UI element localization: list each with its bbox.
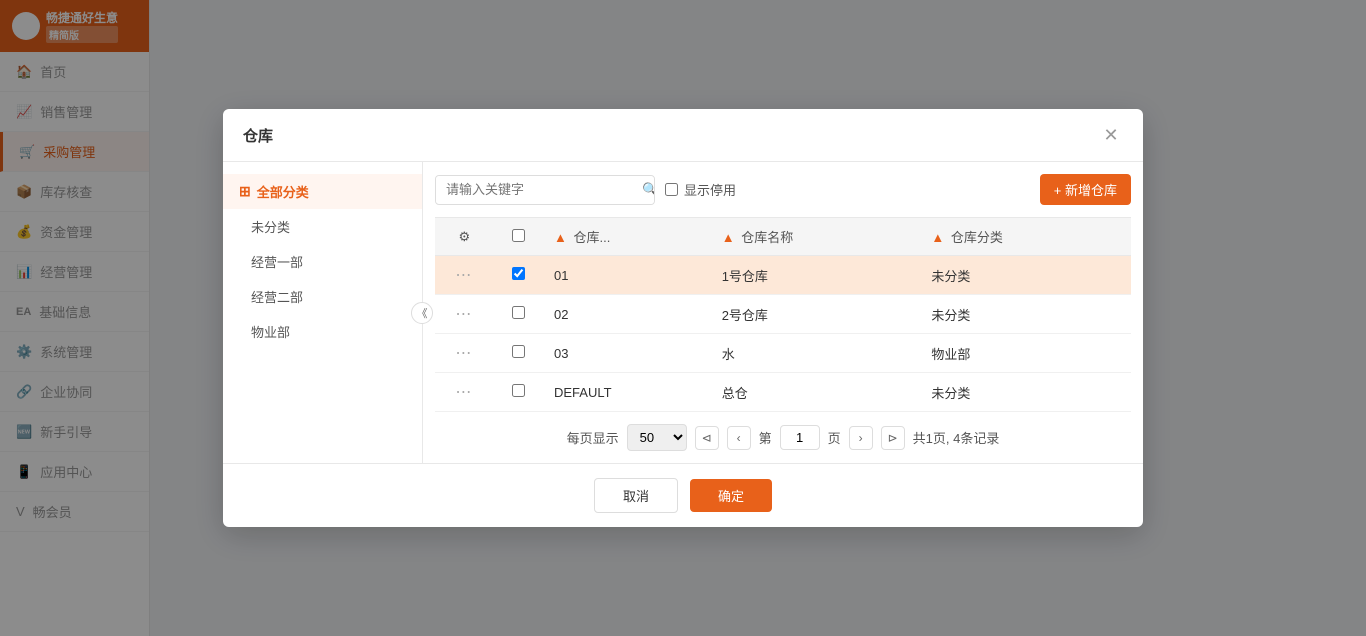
th-category[interactable]: ▲ 仓库分类 <box>921 218 1131 256</box>
pagination: 每页显示 50 100 ⊲ ‹ 第 页 › ⊳ 共1页, 4条记录 <box>435 424 1131 451</box>
table-head: ⚙ ▲ 仓库... ▲ 仓库名称 <box>435 218 1131 256</box>
row-name: 总仓 <box>712 373 922 412</box>
page-first-button[interactable]: ⊲ <box>695 426 719 450</box>
table-row[interactable]: ⋯ 03 水 物业部 <box>435 334 1131 373</box>
page-info: 共1页, 4条记录 <box>913 428 1000 447</box>
cancel-button[interactable]: 取消 <box>594 478 678 513</box>
row-checkbox-cell <box>494 373 544 412</box>
row-category: 未分类 <box>921 256 1131 295</box>
page-prev-button[interactable]: ‹ <box>727 426 751 450</box>
table-toolbar: 🔍 显示停用 + 新增仓库 <box>435 174 1131 205</box>
warehouse-modal: 仓库 ✕ ⊞ 全部分类 未分类 经营一部 经营二部 物业部 《 <box>223 109 1143 527</box>
row-checkbox-cell <box>494 295 544 334</box>
modal-header: 仓库 ✕ <box>223 109 1143 162</box>
per-page-select[interactable]: 50 100 <box>627 424 687 451</box>
row-dots: ⋯ <box>435 373 494 412</box>
row-name: 2号仓库 <box>712 295 922 334</box>
row-category: 未分类 <box>921 373 1131 412</box>
row-checkbox[interactable] <box>512 267 525 280</box>
collapse-panel-button[interactable]: 《 <box>411 302 433 324</box>
search-input-wrap: 🔍 <box>435 175 655 205</box>
row-code: DEFAULT <box>544 373 712 412</box>
table-row[interactable]: ⋯ DEFAULT 总仓 未分类 <box>435 373 1131 412</box>
row-checkbox[interactable] <box>512 306 525 319</box>
sort-icon-code: ▲ <box>554 230 567 245</box>
show-disabled-text: 显示停用 <box>684 180 736 199</box>
sort-icon-category: ▲ <box>931 230 944 245</box>
row-name: 1号仓库 <box>712 256 922 295</box>
row-dots: ⋯ <box>435 295 494 334</box>
page-next-button[interactable]: › <box>849 426 873 450</box>
row-checkbox-cell <box>494 256 544 295</box>
th-code[interactable]: ▲ 仓库... <box>544 218 712 256</box>
table-row[interactable]: ⋯ 02 2号仓库 未分类 <box>435 295 1131 334</box>
row-category: 物业部 <box>921 334 1131 373</box>
search-input[interactable] <box>436 176 632 203</box>
confirm-button[interactable]: 确定 <box>690 479 772 512</box>
search-icon-button[interactable]: 🔍 <box>632 176 655 204</box>
row-checkbox[interactable] <box>512 384 525 397</box>
page-unit: 页 <box>828 428 841 447</box>
row-code: 03 <box>544 334 712 373</box>
row-dots: ⋯ <box>435 256 494 295</box>
row-checkbox-cell <box>494 334 544 373</box>
table-row[interactable]: ⋯ 01 1号仓库 未分类 <box>435 256 1131 295</box>
modal-title: 仓库 <box>243 125 273 146</box>
select-all-checkbox[interactable] <box>512 229 525 242</box>
row-code: 02 <box>544 295 712 334</box>
per-page-label: 每页显示 <box>567 428 619 447</box>
page-input[interactable] <box>780 425 820 450</box>
category-item-3[interactable]: 物业部 <box>223 314 422 349</box>
row-category: 未分类 <box>921 295 1131 334</box>
modal-footer: 取消 确定 <box>223 463 1143 527</box>
row-code: 01 <box>544 256 712 295</box>
grid-icon: ⊞ <box>239 183 251 200</box>
page-label: 第 <box>759 428 772 447</box>
th-name[interactable]: ▲ 仓库名称 <box>712 218 922 256</box>
category-all[interactable]: ⊞ 全部分类 <box>223 174 422 209</box>
table-panel: 🔍 显示停用 + 新增仓库 ⚙ <box>423 162 1143 463</box>
row-checkbox[interactable] <box>512 345 525 358</box>
close-icon[interactable]: ✕ <box>1099 123 1123 147</box>
th-checkbox <box>494 218 544 256</box>
table-body: ⋯ 01 1号仓库 未分类 ⋯ 02 2号仓库 未分类 ⋯ 03 水 物业部 ⋯… <box>435 256 1131 412</box>
show-disabled-label: 显示停用 <box>665 180 736 199</box>
category-panel: ⊞ 全部分类 未分类 经营一部 经营二部 物业部 《 <box>223 162 423 463</box>
row-name: 水 <box>712 334 922 373</box>
category-all-label: 全部分类 <box>257 182 309 201</box>
add-warehouse-button[interactable]: + 新增仓库 <box>1040 174 1131 205</box>
table-container: ⚙ ▲ 仓库... ▲ 仓库名称 <box>435 217 1131 412</box>
category-item-0[interactable]: 未分类 <box>223 209 422 244</box>
th-gear: ⚙ <box>435 218 494 256</box>
page-last-button[interactable]: ⊳ <box>881 426 905 450</box>
show-disabled-checkbox[interactable] <box>665 183 678 196</box>
row-dots: ⋯ <box>435 334 494 373</box>
warehouse-table: ⚙ ▲ 仓库... ▲ 仓库名称 <box>435 217 1131 412</box>
category-item-1[interactable]: 经营一部 <box>223 244 422 279</box>
category-item-2[interactable]: 经营二部 <box>223 279 422 314</box>
sort-icon-name: ▲ <box>722 230 735 245</box>
modal-body: ⊞ 全部分类 未分类 经营一部 经营二部 物业部 《 🔍 <box>223 162 1143 463</box>
